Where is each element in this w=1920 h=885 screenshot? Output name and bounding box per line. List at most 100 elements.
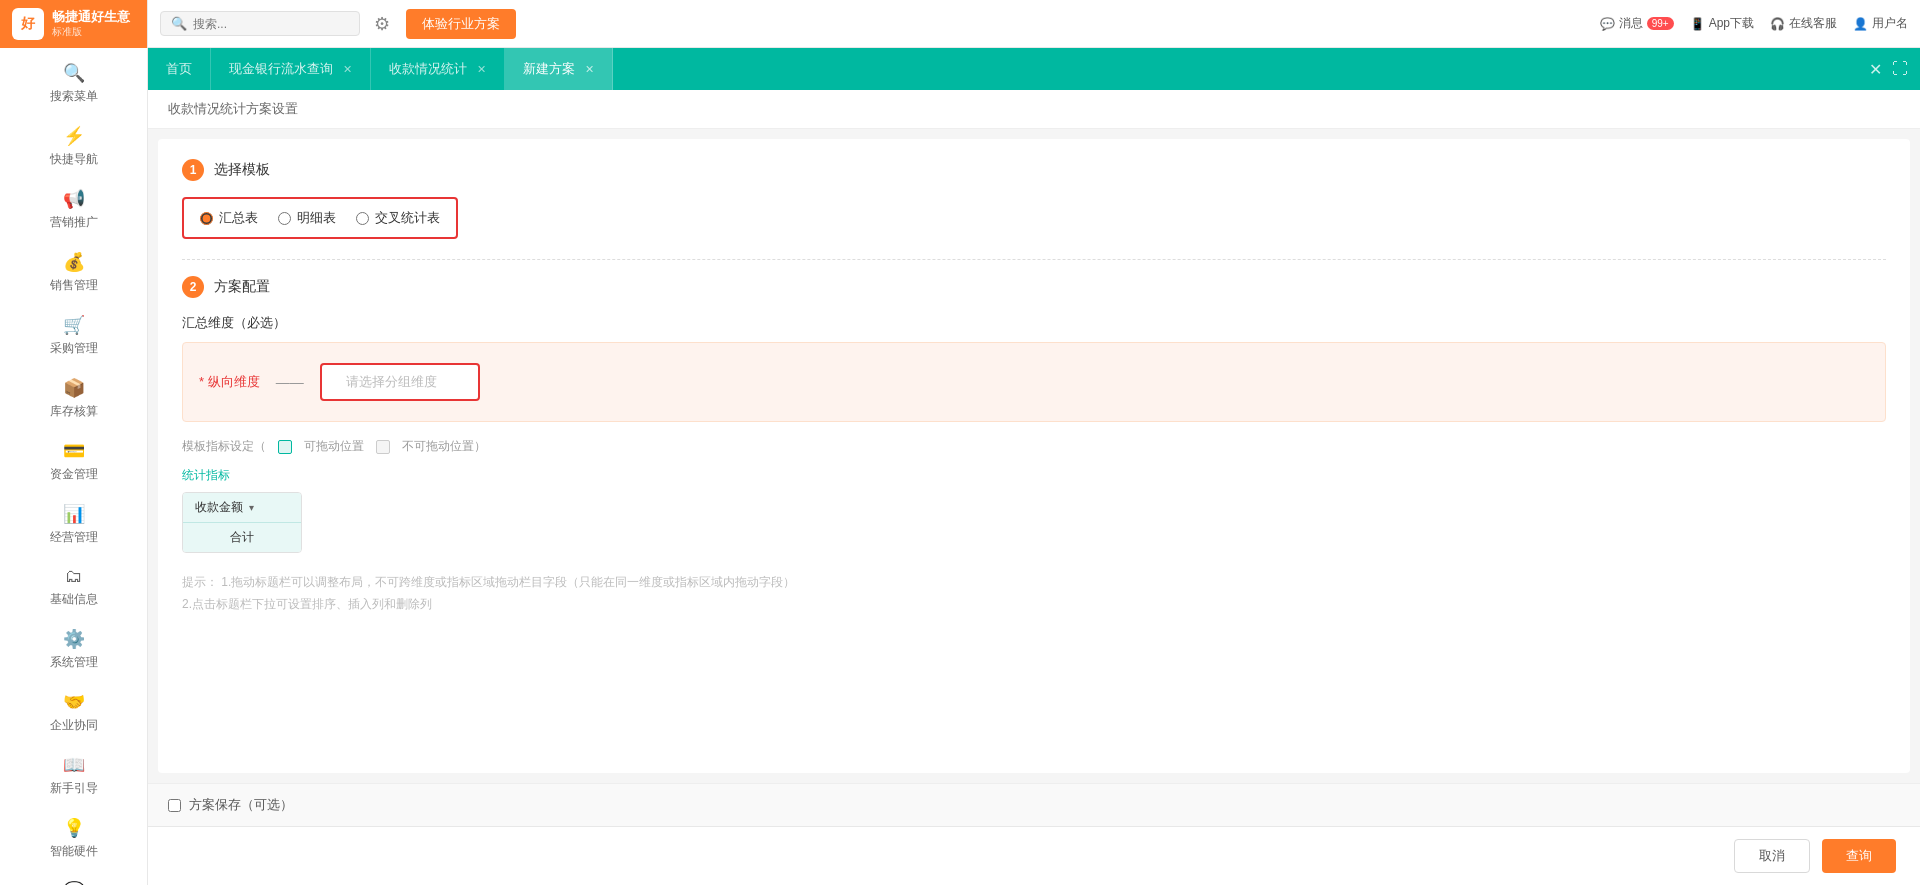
system-icon: ⚙️ — [63, 628, 85, 650]
download-icon: 📱 — [1690, 17, 1705, 31]
indicator-label: 模板指标设定（ — [182, 438, 266, 455]
sales-icon: 💰 — [63, 251, 85, 273]
page-title: 收款情况统计方案设置 — [148, 90, 1920, 129]
marketing-icon: 📢 — [63, 188, 85, 210]
required-mark: * — [199, 374, 208, 389]
indicator-table-header[interactable]: 收款金额 ▾ — [183, 493, 301, 523]
sidebar-item-management[interactable]: 📊 经营管理 — [0, 493, 147, 556]
download-label: App下载 — [1709, 15, 1754, 32]
form-area: 1 选择模板 汇总表 明细表 交叉统计表 — [158, 139, 1910, 773]
collab-icon: 🤝 — [63, 691, 85, 713]
sidebar-item-sales[interactable]: 💰 销售管理 — [0, 241, 147, 304]
inventory-icon: 📦 — [63, 377, 85, 399]
save-checkbox[interactable] — [168, 799, 181, 812]
search-input[interactable] — [193, 17, 333, 31]
radio-summary-input[interactable] — [200, 212, 213, 225]
sidebar-item-wechat[interactable]: 💬 企业微信 — [0, 870, 147, 885]
action-bar: 取消 查询 — [148, 826, 1920, 885]
radio-cross-input[interactable] — [356, 212, 369, 225]
message-badge: 99+ — [1647, 17, 1674, 30]
logo-text: 畅捷通好生意 — [52, 9, 130, 25]
search-icon: 🔍 — [171, 16, 187, 31]
dimension-area: * 纵向维度 —— 请选择分组维度 — [182, 342, 1886, 422]
template-selector: 汇总表 明细表 交叉统计表 — [182, 197, 458, 239]
tab-home[interactable]: 首页 — [148, 48, 211, 90]
radio-detail[interactable]: 明细表 — [278, 209, 336, 227]
topbar-search-box[interactable]: 🔍 — [160, 11, 360, 36]
maximize-icon[interactable]: ⛶ — [1892, 60, 1908, 78]
message-item[interactable]: 💬 消息 99+ — [1600, 15, 1674, 32]
tab-new-plan-label: 新建方案 — [523, 60, 575, 78]
sidebar: 好 畅捷通好生意 标准版 🔍 搜索菜单 ⚡ 快捷导航 📢 营销推广 💰 销售管理… — [0, 0, 148, 885]
sidebar-item-guide[interactable]: 📖 新手引导 — [0, 744, 147, 807]
tab-bank-label: 现金银行流水查询 — [229, 60, 333, 78]
indicator-table-cell: 合计 — [183, 523, 301, 552]
dimension-row: * 纵向维度 —— 请选择分组维度 — [199, 363, 1869, 401]
sidebar-item-label: 系统管理 — [50, 654, 98, 671]
indicator-table: 收款金额 ▾ 合计 — [182, 492, 302, 553]
close-icon[interactable]: ✕ — [343, 63, 352, 76]
message-label: 消息 — [1619, 15, 1643, 32]
user-name: 用户名 — [1872, 15, 1908, 32]
logo-tag: 标准版 — [52, 25, 130, 39]
finance-icon: 💳 — [63, 440, 85, 462]
drag-legend-dot — [278, 440, 292, 454]
sidebar-item-system[interactable]: ⚙️ 系统管理 — [0, 618, 147, 681]
sidebar-item-label: 资金管理 — [50, 466, 98, 483]
sidebar-item-inventory[interactable]: 📦 库存核算 — [0, 367, 147, 430]
sidebar-item-nav[interactable]: ⚡ 快捷导航 — [0, 115, 147, 178]
sidebar-item-purchase[interactable]: 🛒 采购管理 — [0, 304, 147, 367]
close-icon[interactable]: ✕ — [585, 63, 594, 76]
radio-detail-input[interactable] — [278, 212, 291, 225]
tab-receipt[interactable]: 收款情况统计 ✕ — [371, 48, 505, 90]
radio-cross[interactable]: 交叉统计表 — [356, 209, 440, 227]
purchase-icon: 🛒 — [63, 314, 85, 336]
service-label: 在线客服 — [1789, 15, 1837, 32]
sidebar-item-collab[interactable]: 🤝 企业协同 — [0, 681, 147, 744]
wechat-icon: 💬 — [63, 880, 85, 885]
industry-button[interactable]: 体验行业方案 — [406, 9, 516, 39]
cancel-button[interactable]: 取消 — [1734, 839, 1810, 873]
tabbar: 首页 现金银行流水查询 ✕ 收款情况统计 ✕ 新建方案 ✕ ✕ ⛶ — [148, 48, 1920, 90]
section1-num: 1 — [182, 159, 204, 181]
download-item[interactable]: 📱 App下载 — [1690, 15, 1754, 32]
content-area: 收款情况统计方案设置 1 选择模板 汇总表 明细表 — [148, 90, 1920, 885]
close-icon[interactable]: ✕ — [477, 63, 486, 76]
dimension-input[interactable]: 请选择分组维度 — [320, 363, 480, 401]
service-item[interactable]: 🎧 在线客服 — [1770, 15, 1837, 32]
settings-icon[interactable]: ⚙ — [374, 13, 390, 35]
sidebar-item-label: 企业协同 — [50, 717, 98, 734]
logo-icon: 好 — [12, 8, 44, 40]
nodrag-legend-dot — [376, 440, 390, 454]
footer-save: 方案保存（可选） — [148, 783, 1920, 826]
chevron-down-icon[interactable]: ▾ — [249, 502, 254, 513]
dimension-title: 汇总维度（必选） — [182, 314, 1886, 332]
flash-icon: ⚡ — [63, 125, 85, 147]
sidebar-item-label: 搜索菜单 — [50, 88, 98, 105]
query-button[interactable]: 查询 — [1822, 839, 1896, 873]
section-template: 1 选择模板 汇总表 明细表 交叉统计表 — [182, 159, 1886, 239]
sidebar-item-search[interactable]: 🔍 搜索菜单 — [0, 52, 147, 115]
indicator-legend: 模板指标设定（ 可拖动位置 不可拖动位置） — [182, 438, 1886, 455]
drag-legend-label: 可拖动位置 — [304, 438, 364, 455]
topbar: 🔍 ⚙ 体验行业方案 💬 消息 99+ 📱 App下载 🎧 在线客服 👤 用户名 — [148, 0, 1920, 48]
management-icon: 📊 — [63, 503, 85, 525]
tab-receipt-label: 收款情况统计 — [389, 60, 467, 78]
close-window-icon[interactable]: ✕ — [1869, 60, 1882, 79]
sidebar-item-finance[interactable]: 💳 资金管理 — [0, 430, 147, 493]
user-item[interactable]: 👤 用户名 — [1853, 15, 1908, 32]
radio-summary[interactable]: 汇总表 — [200, 209, 258, 227]
sidebar-item-base[interactable]: 🗂 基础信息 — [0, 556, 147, 618]
message-icon: 💬 — [1600, 17, 1615, 31]
sidebar-item-marketing[interactable]: 📢 营销推广 — [0, 178, 147, 241]
service-icon: 🎧 — [1770, 17, 1785, 31]
tab-bank[interactable]: 现金银行流水查询 ✕ — [211, 48, 371, 90]
tab-new-plan[interactable]: 新建方案 ✕ — [505, 48, 613, 90]
sidebar-item-hardware[interactable]: 💡 智能硬件 — [0, 807, 147, 870]
radio-summary-label: 汇总表 — [219, 209, 258, 227]
user-avatar: 👤 — [1853, 17, 1868, 31]
sidebar-item-label: 采购管理 — [50, 340, 98, 357]
sidebar-item-label: 新手引导 — [50, 780, 98, 797]
tab-home-label: 首页 — [166, 60, 192, 78]
guide-icon: 📖 — [63, 754, 85, 776]
